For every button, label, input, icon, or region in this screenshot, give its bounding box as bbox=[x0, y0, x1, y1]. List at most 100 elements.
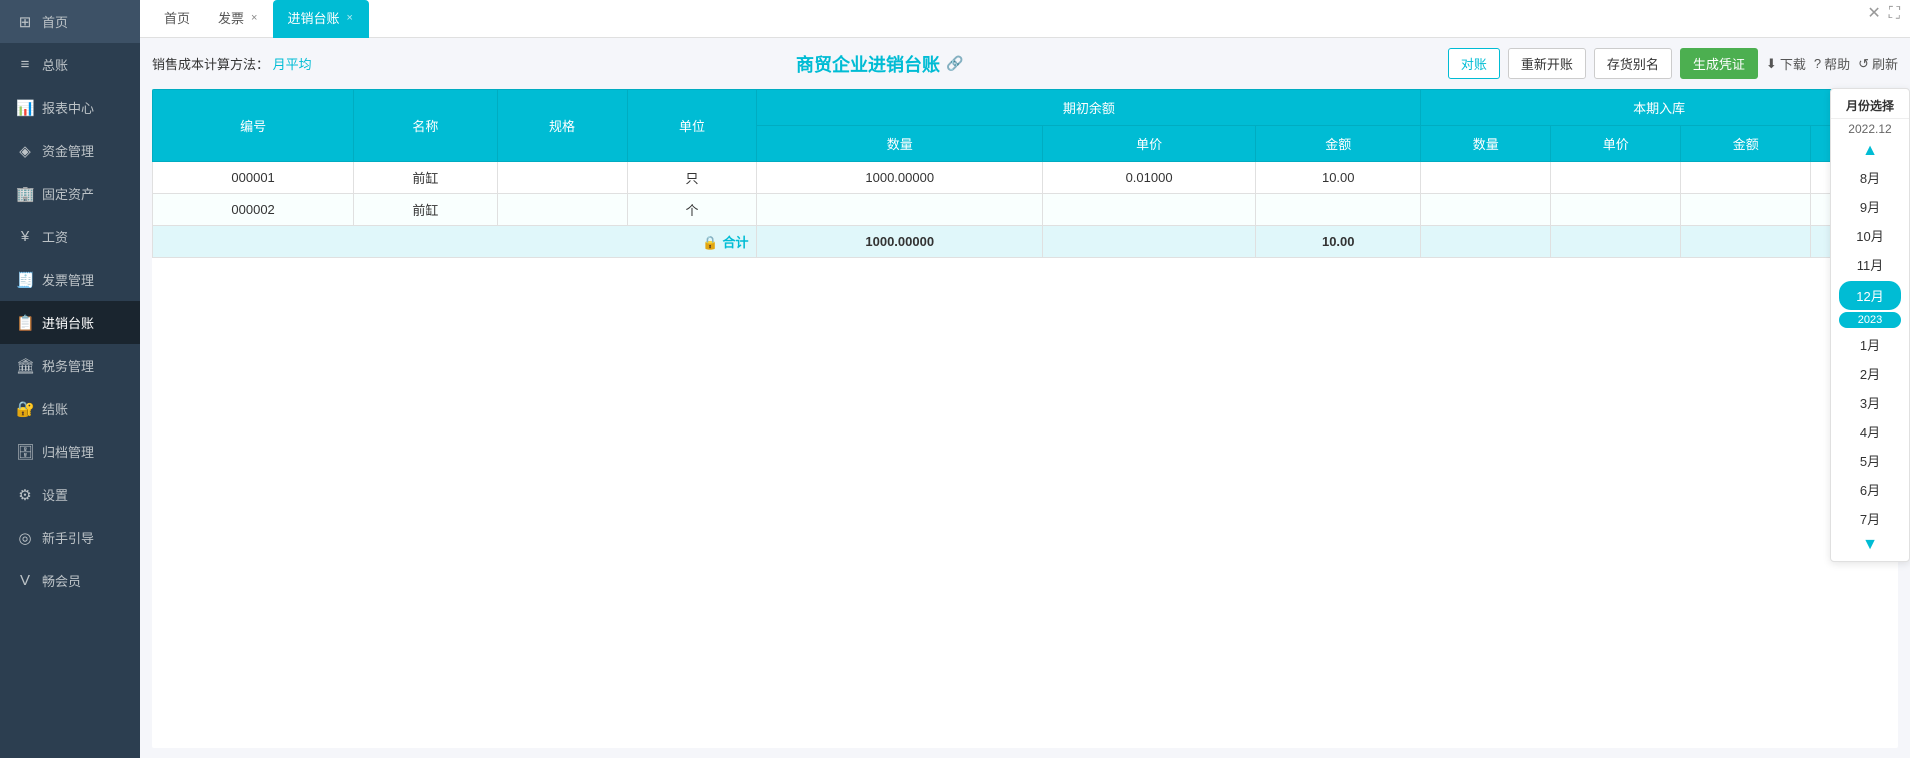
row-in-amount bbox=[1681, 162, 1811, 194]
row-name: 前缸 bbox=[354, 162, 497, 194]
sidebar-item-salary[interactable]: ¥ 工资 bbox=[0, 215, 140, 258]
sidebar-item-label: 畅会员 bbox=[42, 571, 81, 590]
month-8[interactable]: 8月 bbox=[1831, 163, 1909, 192]
row-in-qty bbox=[1421, 162, 1551, 194]
window-controls: ✕ ⛶ bbox=[1867, 6, 1900, 22]
sidebar-item-tax[interactable]: 🏛 税务管理 bbox=[0, 344, 140, 387]
sidebar-item-closing[interactable]: 🔐 结账 bbox=[0, 387, 140, 430]
sidebar-item-label: 发票管理 bbox=[42, 270, 94, 289]
row-in-price bbox=[1551, 162, 1681, 194]
title-text: 商贸企业进销台账 bbox=[796, 51, 940, 77]
sidebar-item-label: 税务管理 bbox=[42, 356, 94, 375]
month-2[interactable]: 2月 bbox=[1831, 359, 1909, 388]
total-in-price bbox=[1551, 226, 1681, 258]
sidebar-item-ledger[interactable]: ≡ 总账 bbox=[0, 43, 140, 86]
row-open-price bbox=[1042, 194, 1255, 226]
month-nav-up-btn[interactable]: ▲ bbox=[1862, 143, 1878, 159]
month-10[interactable]: 10月 bbox=[1831, 221, 1909, 250]
row-in-price bbox=[1551, 194, 1681, 226]
period-opening-header: 期初余额 bbox=[757, 90, 1421, 126]
total-open-price bbox=[1042, 226, 1255, 258]
month-7[interactable]: 7月 bbox=[1831, 504, 1909, 533]
open-price-header: 单价 bbox=[1042, 126, 1255, 162]
reports-icon: 📊 bbox=[16, 99, 34, 117]
month-11[interactable]: 11月 bbox=[1831, 250, 1909, 279]
settings-icon: ⚙ bbox=[16, 486, 34, 504]
sidebar-item-reports[interactable]: 📊 报表中心 bbox=[0, 86, 140, 129]
data-table-wrap: 编号 名称 规格 单位 期初余额 本期入库 数量 单价 金额 数量 单价 金额 bbox=[152, 89, 1898, 748]
tab-home[interactable]: 首页 bbox=[150, 0, 204, 38]
content-area: 销售成本计算方法： 月平均 商贸企业进销台账 🔗 对账 重新开账 存货别名 生成… bbox=[140, 38, 1910, 758]
row-unit: 只 bbox=[627, 162, 757, 194]
sidebar-item-funds[interactable]: ◈ 资金管理 bbox=[0, 129, 140, 172]
sidebar-item-assets[interactable]: 🏢 固定资产 bbox=[0, 172, 140, 215]
total-label: 🔒合计 bbox=[153, 226, 757, 258]
total-row: 🔒合计 1000.00000 10.00 bbox=[153, 226, 1898, 258]
title-info-icon[interactable]: 🔗 bbox=[946, 55, 963, 72]
open-qty-header: 数量 bbox=[757, 126, 1042, 162]
data-table: 编号 名称 规格 单位 期初余额 本期入库 数量 单价 金额 数量 单价 金额 bbox=[152, 89, 1898, 258]
sidebar-item-label: 报表中心 bbox=[42, 98, 94, 117]
sidebar-item-label: 固定资产 bbox=[42, 184, 94, 203]
tab-invoice-label: 发票 bbox=[218, 8, 244, 27]
info-bar: 销售成本计算方法： 月平均 商贸企业进销台账 🔗 对账 重新开账 存货别名 生成… bbox=[152, 48, 1898, 79]
download-icon: ⬇ bbox=[1766, 56, 1777, 72]
row-in-amount bbox=[1681, 194, 1811, 226]
sidebar: ⊞ 首页 ≡ 总账 📊 报表中心 ◈ 资金管理 🏢 固定资产 ¥ 工资 🧾 发票… bbox=[0, 0, 140, 758]
month-nav-up: ▲ bbox=[1831, 139, 1909, 163]
sidebar-item-settings[interactable]: ⚙ 设置 bbox=[0, 473, 140, 516]
generate-voucher-button[interactable]: 生成凭证 bbox=[1680, 48, 1758, 79]
sidebar-item-archive[interactable]: 🗄 归档管理 bbox=[0, 430, 140, 473]
month-nav-down-btn[interactable]: ▼ bbox=[1862, 537, 1878, 553]
month-3[interactable]: 3月 bbox=[1831, 388, 1909, 417]
row-open-price: 0.01000 bbox=[1042, 162, 1255, 194]
sidebar-item-label: 进销台账 bbox=[42, 313, 94, 332]
month-1[interactable]: 1月 bbox=[1831, 330, 1909, 359]
download-button[interactable]: ⬇ 下载 bbox=[1766, 54, 1806, 73]
total-open-qty: 1000.00000 bbox=[757, 226, 1042, 258]
tab-invoice[interactable]: 发票 × bbox=[204, 0, 273, 38]
maximize-button[interactable]: ⛶ bbox=[1889, 6, 1900, 22]
row-in-qty bbox=[1421, 194, 1551, 226]
tab-bar: 首页 发票 × 进销台账 × bbox=[140, 0, 1910, 38]
refresh-button[interactable]: ↺ 刷新 bbox=[1858, 54, 1898, 73]
tab-purchase-sales-close[interactable]: × bbox=[344, 12, 354, 24]
month-4[interactable]: 4月 bbox=[1831, 417, 1909, 446]
sidebar-item-purchase-sales[interactable]: 📋 进销台账 bbox=[0, 301, 140, 344]
reopen-button[interactable]: 重新开账 bbox=[1508, 48, 1586, 79]
action-buttons: 对账 重新开账 存货别名 生成凭证 ⬇ 下载 ? 帮助 ↺ 刷新 bbox=[1448, 48, 1898, 79]
sidebar-item-vip[interactable]: V 畅会员 bbox=[0, 559, 140, 602]
reconcile-button[interactable]: 对账 bbox=[1448, 48, 1500, 79]
month-9[interactable]: 9月 bbox=[1831, 192, 1909, 221]
close-button[interactable]: ✕ bbox=[1867, 6, 1880, 22]
tab-home-label: 首页 bbox=[164, 8, 190, 27]
invoice-mgmt-icon: 🧾 bbox=[16, 271, 34, 289]
month-panel-title: 月份选择 bbox=[1831, 93, 1909, 119]
sidebar-item-home[interactable]: ⊞ 首页 bbox=[0, 0, 140, 43]
home-icon: ⊞ bbox=[16, 13, 34, 31]
save-alias-button[interactable]: 存货别名 bbox=[1594, 48, 1672, 79]
total-in-amount bbox=[1681, 226, 1811, 258]
tab-invoice-close[interactable]: × bbox=[249, 12, 259, 24]
funds-icon: ◈ bbox=[16, 142, 34, 160]
tab-purchase-sales-label: 进销台账 bbox=[287, 8, 339, 27]
row-open-amount bbox=[1256, 194, 1421, 226]
sidebar-item-label: 资金管理 bbox=[42, 141, 94, 160]
month-12[interactable]: 12月 bbox=[1839, 281, 1901, 310]
in-amount-header: 金额 bbox=[1681, 126, 1811, 162]
row-id: 000002 bbox=[153, 194, 354, 226]
help-button[interactable]: ? 帮助 bbox=[1814, 54, 1850, 73]
page-title: 商贸企业进销台账 🔗 bbox=[796, 51, 963, 77]
tab-purchase-sales[interactable]: 进销台账 × bbox=[273, 0, 368, 38]
month-5[interactable]: 5月 bbox=[1831, 446, 1909, 475]
sidebar-item-label: 工资 bbox=[42, 227, 68, 246]
month-nav-down: ▼ bbox=[1831, 533, 1909, 557]
total-in-qty bbox=[1421, 226, 1551, 258]
row-open-qty bbox=[757, 194, 1042, 226]
salary-icon: ¥ bbox=[16, 228, 34, 245]
sidebar-item-invoice-mgmt[interactable]: 🧾 发票管理 bbox=[0, 258, 140, 301]
month-6[interactable]: 6月 bbox=[1831, 475, 1909, 504]
sidebar-item-guide[interactable]: ◎ 新手引导 bbox=[0, 516, 140, 559]
cost-method-value: 月平均 bbox=[273, 57, 312, 72]
open-amount-header: 金额 bbox=[1256, 126, 1421, 162]
